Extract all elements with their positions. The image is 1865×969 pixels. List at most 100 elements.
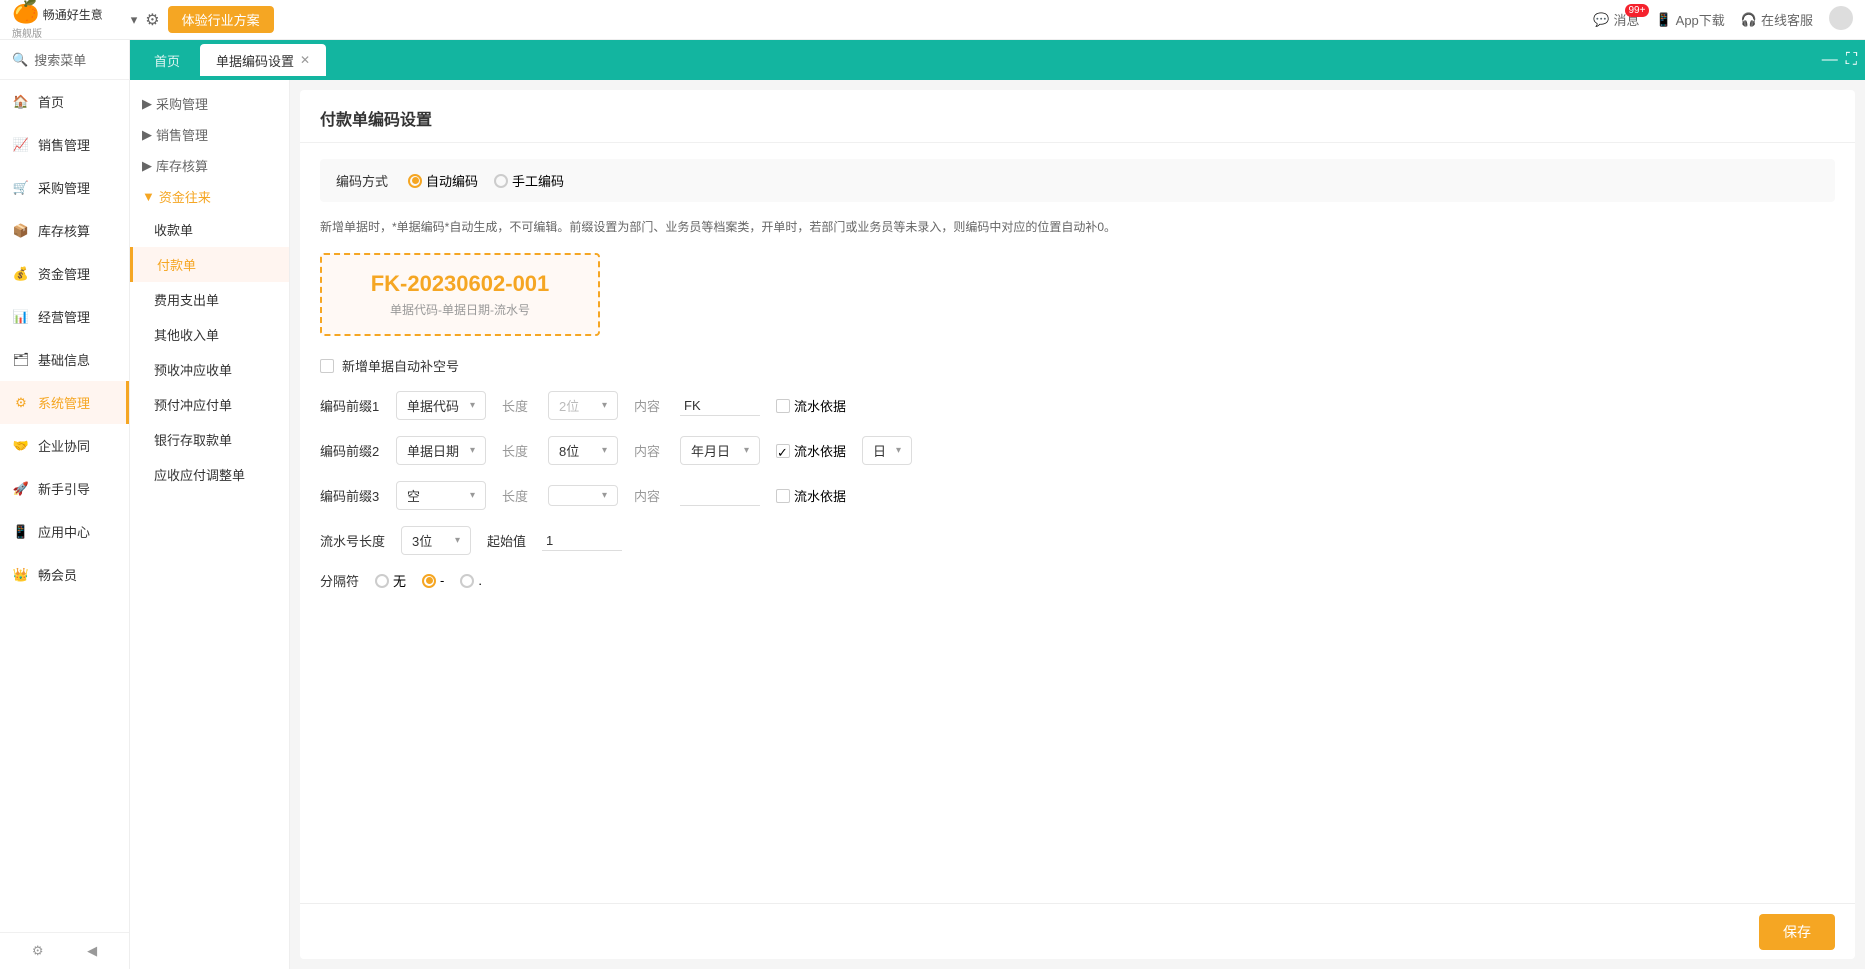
tab-bar-actions: — ⛶: [1822, 51, 1857, 69]
second-sidebar: ▶ 采购管理 ▶ 销售管理 ▶ 库存核算 ▼ 资金往来 收款单 付款单 费用支出…: [130, 80, 290, 969]
sidebar-item-appcenter[interactable]: 📱 应用中心: [0, 510, 129, 553]
auto-fill-checkbox[interactable]: [320, 359, 334, 373]
chevron-down-icon-p2c: ▾: [744, 445, 749, 456]
page-title: 付款单编码设置: [300, 90, 1855, 143]
auto-code-radio-circle: [408, 174, 422, 188]
separator-dot-radio-circle: [460, 574, 474, 588]
sidebar-item-member[interactable]: 👑 畅会员: [0, 553, 129, 596]
home-icon: 🏠: [12, 93, 30, 111]
sidebar-item-other-income[interactable]: 其他收入单: [130, 317, 289, 352]
code-preview-desc: 单据代码-单据日期-流水号: [342, 301, 578, 318]
sidebar-item-receivable-adjust[interactable]: 应收应付调整单: [130, 457, 289, 492]
chevron-down-icon-p2: ▾: [470, 445, 475, 456]
info-text: 新增单据时，*单据编码*自动生成，不可编辑。前缀设置为部门、业务员等档案类，开单…: [320, 218, 1835, 237]
prefix3-serial-checkbox-box[interactable]: [776, 489, 790, 503]
sidebar-group-sales[interactable]: ▶ 销售管理: [130, 119, 289, 150]
sidebar-item-sales[interactable]: 📈 销售管理: [0, 123, 129, 166]
chevron-down-icon-p3l: ▾: [602, 490, 607, 501]
auto-code-radio[interactable]: 自动编码: [408, 171, 478, 190]
tab-bar: 首页 单据编码设置 ✕ — ⛶: [130, 40, 1865, 80]
prefix3-length-select[interactable]: ▾: [548, 485, 618, 506]
sidebar-item-advance-pay[interactable]: 预付冲应付单: [130, 387, 289, 422]
prefix1-select[interactable]: 单据代码 ▾: [396, 391, 486, 420]
sidebar-item-inventory[interactable]: 📦 库存核算: [0, 209, 129, 252]
prefix1-content-input[interactable]: [680, 396, 760, 416]
bottom-bar: 保存: [300, 903, 1855, 959]
sidebar-item-bank-deposit[interactable]: 银行存取款单: [130, 422, 289, 457]
sidebar-item-cooperation[interactable]: 🤝 企业协同: [0, 424, 129, 467]
chevron-right-icon: ▶: [142, 96, 152, 112]
prefix3-serial-checkbox[interactable]: 流水依据: [776, 486, 846, 505]
main-layout: 🔍 搜索菜单 🏠 首页 📈 销售管理 🛒 采购管理 📦 库存核算 💰 资金管理 …: [0, 40, 1865, 969]
nav-settings-icon[interactable]: ⚙: [32, 943, 44, 959]
tab-home[interactable]: 首页: [138, 44, 196, 76]
separator-dot-radio[interactable]: .: [460, 573, 482, 588]
sidebar-item-receipt[interactable]: 收款单: [130, 212, 289, 247]
separator-dash-radio-circle: [422, 574, 436, 588]
sidebar-item-basic[interactable]: 🗂 基础信息: [0, 338, 129, 381]
sidebar-item-finance[interactable]: 💰 资金管理: [0, 252, 129, 295]
chevron-down-icon-p2l: ▾: [602, 445, 607, 456]
separator-none-radio[interactable]: 无: [375, 571, 406, 590]
message-button[interactable]: 💬 消息 99+: [1593, 10, 1639, 29]
settings-icon[interactable]: ⚙: [145, 10, 159, 30]
sidebar-item-operations[interactable]: 📊 经营管理: [0, 295, 129, 338]
basic-icon: 🗂: [12, 351, 30, 369]
prefix1-serial-checkbox-box[interactable]: [776, 399, 790, 413]
sidebar-item-expense[interactable]: 费用支出单: [130, 282, 289, 317]
chevron-down-icon-serial: ▾: [455, 535, 460, 546]
tab-minimize-icon[interactable]: —: [1822, 51, 1838, 69]
prefix2-select[interactable]: 单据日期 ▾: [396, 436, 486, 465]
page-content: 编码方式 自动编码 手工编码: [300, 143, 1855, 903]
appcenter-icon: 📱: [12, 523, 30, 541]
prefix2-length-select[interactable]: 8位 ▾: [548, 436, 618, 465]
purchase-icon: 🛒: [12, 179, 30, 197]
sidebar-item-payment[interactable]: 付款单: [130, 247, 289, 282]
prefix1-serial-checkbox[interactable]: 流水依据: [776, 396, 846, 415]
system-icon: ⚙: [12, 394, 30, 412]
serial-start-input[interactable]: [542, 531, 622, 551]
save-button[interactable]: 保存: [1759, 914, 1835, 950]
chevron-down-icon: ▼: [142, 189, 155, 204]
sidebar-group-purchase[interactable]: ▶ 采购管理: [130, 88, 289, 119]
prefix2-content-select[interactable]: 年月日 ▾: [680, 436, 760, 465]
manual-code-radio-circle: [494, 174, 508, 188]
inventory-icon: 📦: [12, 222, 30, 240]
top-bar: 🍊 畅通好生意 旗舰版 ▾ ⚙ 体验行业方案 💬 消息 99+ 📱 App下载 …: [0, 0, 1865, 40]
tab-code-setting[interactable]: 单据编码设置 ✕: [200, 44, 326, 76]
serial-length-select[interactable]: 3位 ▾: [401, 526, 471, 555]
sidebar-item-purchase[interactable]: 🛒 采购管理: [0, 166, 129, 209]
prefix2-serial-checkbox-box[interactable]: ✓: [776, 444, 790, 458]
separator-row: 分隔符 无 - .: [320, 571, 1835, 590]
search-icon: 🔍: [12, 52, 28, 68]
search-menu[interactable]: 🔍 搜索菜单: [0, 40, 129, 80]
trial-button[interactable]: 体验行业方案: [168, 6, 274, 33]
nav-collapse-icon[interactable]: ◀: [87, 943, 97, 959]
prefix3-content-input[interactable]: [680, 486, 760, 506]
app-logo: 🍊 畅通好生意 旗舰版: [12, 0, 103, 40]
operations-icon: 📊: [12, 308, 30, 326]
left-nav-bottom: ⚙ ◀: [0, 932, 129, 969]
online-service-button[interactable]: 🎧 在线客服: [1741, 10, 1813, 29]
manual-code-radio[interactable]: 手工编码: [494, 171, 564, 190]
sidebar-group-funds[interactable]: ▼ 资金往来: [130, 181, 289, 212]
sidebar-item-advance-receipt[interactable]: 预收冲应收单: [130, 352, 289, 387]
sidebar-group-inventory[interactable]: ▶ 库存核算: [130, 150, 289, 181]
main-page: 付款单编码设置 编码方式 自动编码 手工编码: [300, 90, 1855, 959]
code-preview-box: FK-20230602-001 单据代码-单据日期-流水号: [320, 253, 600, 336]
tab-close-icon[interactable]: ✕: [300, 53, 310, 67]
sidebar-item-newguide[interactable]: 🚀 新手引导: [0, 467, 129, 510]
chevron-down-icon-p1: ▾: [470, 400, 475, 411]
app-download-button[interactable]: 📱 App下载: [1655, 10, 1724, 29]
sidebar-item-home[interactable]: 🏠 首页: [0, 80, 129, 123]
separator-dash-radio[interactable]: -: [422, 573, 444, 588]
prefix2-serial-unit-select[interactable]: 日 ▾: [862, 436, 912, 465]
prefix1-length-select[interactable]: 2位 ▾: [548, 391, 618, 420]
left-nav: 🔍 搜索菜单 🏠 首页 📈 销售管理 🛒 采购管理 📦 库存核算 💰 资金管理 …: [0, 40, 130, 969]
top-bar-nav-dropdown[interactable]: ▾: [131, 12, 138, 28]
sidebar-item-system[interactable]: ⚙ 系统管理: [0, 381, 129, 424]
user-avatar[interactable]: [1829, 6, 1853, 33]
prefix2-serial-checkbox[interactable]: ✓ 流水依据: [776, 441, 846, 460]
tab-maximize-icon[interactable]: ⛶: [1846, 51, 1857, 69]
prefix3-select[interactable]: 空 ▾: [396, 481, 486, 510]
